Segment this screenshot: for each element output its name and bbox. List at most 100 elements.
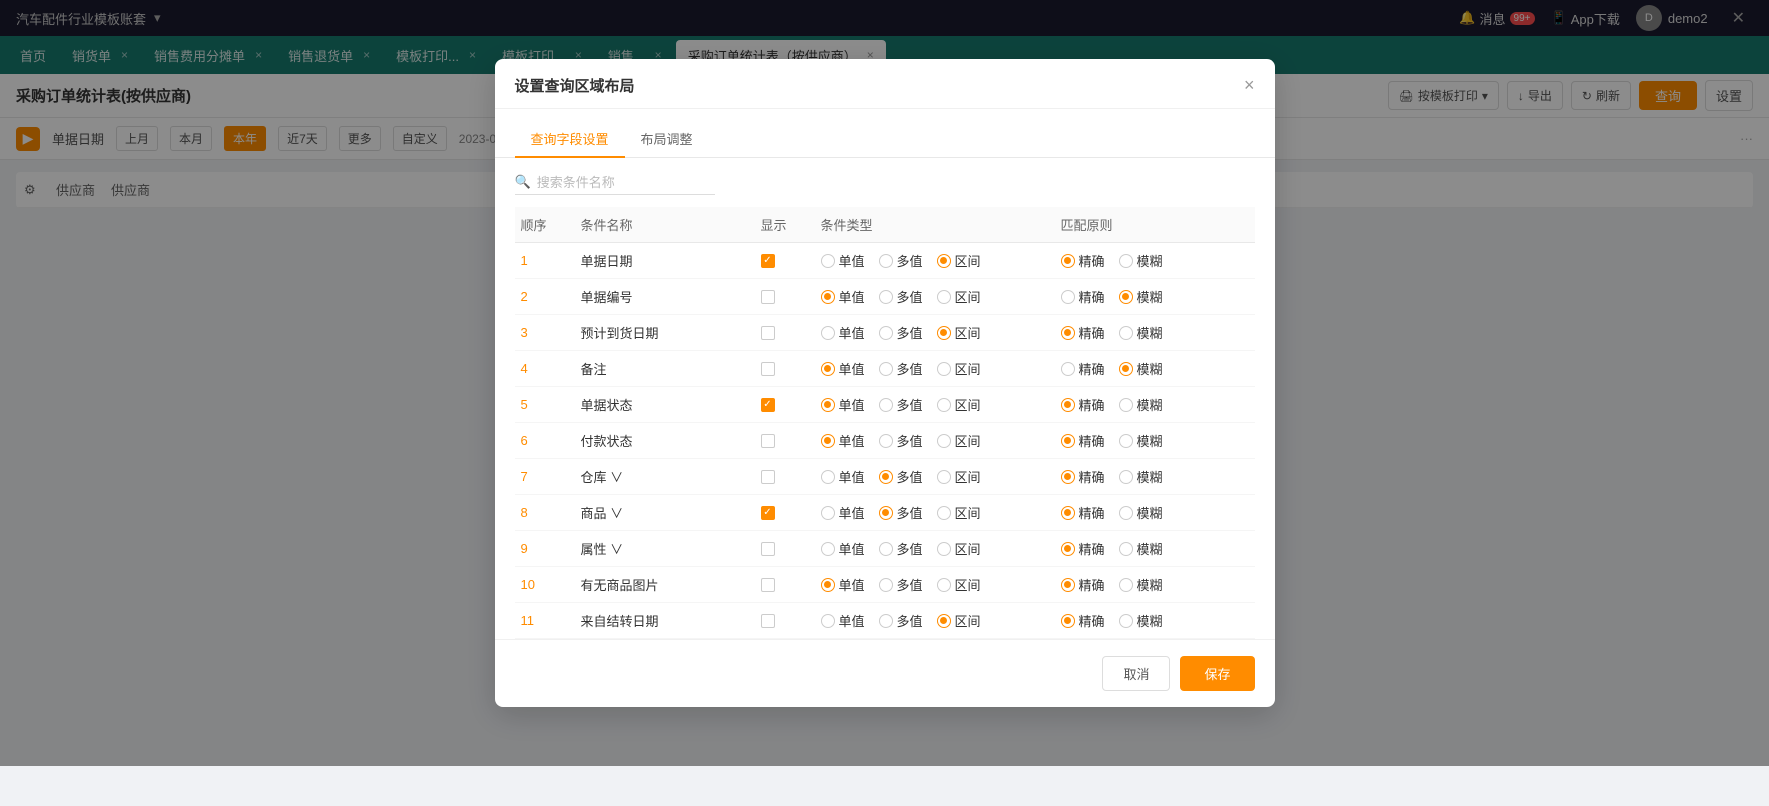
type-radio-type_single[interactable]: 单值 — [821, 575, 865, 594]
dialog-table-header: 顺序 条件名称 显示 条件类型 匹配原则 — [515, 207, 1255, 243]
type-radio-type_single[interactable]: 单值 — [821, 287, 865, 306]
type-radio-type_single[interactable]: 单值 — [821, 323, 865, 342]
display-checkbox[interactable] — [761, 326, 775, 340]
type-radio-type_multi[interactable]: 多值 — [879, 359, 923, 378]
type-radio-type_single[interactable]: 单值 — [821, 431, 865, 450]
match-radio-match_fuzzy[interactable]: 模糊 — [1119, 431, 1163, 450]
dialog-tab-layout-adjust[interactable]: 布局调整 — [625, 121, 709, 158]
dialog-close-button[interactable]: × — [1244, 75, 1255, 96]
row-order: 1 — [515, 253, 575, 268]
row-order: 3 — [515, 325, 575, 340]
type-radio-type_single[interactable]: 单值 — [821, 395, 865, 414]
match-radio-match_exact[interactable]: 精确 — [1061, 611, 1105, 630]
row-display[interactable] — [755, 434, 815, 448]
type-radio-type_multi[interactable]: 多值 — [879, 467, 923, 486]
type-radio-type_range[interactable]: 区间 — [937, 323, 981, 342]
row-display[interactable] — [755, 614, 815, 628]
type-radio-type_range[interactable]: 区间 — [937, 395, 981, 414]
dialog-header: 设置查询区域布局 × — [495, 59, 1275, 109]
radio-circle — [821, 470, 835, 484]
match-radio-match_exact[interactable]: 精确 — [1061, 503, 1105, 522]
type-radio-type_single[interactable]: 单值 — [821, 503, 865, 522]
match-radio-match_exact[interactable]: 精确 — [1061, 539, 1105, 558]
type-radio-type_multi[interactable]: 多值 — [879, 575, 923, 594]
match-radio-match_fuzzy[interactable]: 模糊 — [1119, 503, 1163, 522]
match-radio-match_fuzzy[interactable]: 模糊 — [1119, 323, 1163, 342]
row-display[interactable] — [755, 470, 815, 484]
type-radio-type_range[interactable]: 区间 — [937, 287, 981, 306]
display-checkbox[interactable] — [761, 398, 775, 412]
match-radio-match_exact[interactable]: 精确 — [1061, 467, 1105, 486]
type-radio-type_single[interactable]: 单值 — [821, 251, 865, 270]
type-radio-type_range[interactable]: 区间 — [937, 359, 981, 378]
type-radio-type_single[interactable]: 单值 — [821, 611, 865, 630]
match-radio-match_exact[interactable]: 精确 — [1061, 359, 1105, 378]
row-display[interactable] — [755, 254, 815, 268]
radio-circle — [1119, 614, 1133, 628]
match-radio-match_exact[interactable]: 精确 — [1061, 395, 1105, 414]
type-radio-type_range[interactable]: 区间 — [937, 611, 981, 630]
display-checkbox[interactable] — [761, 542, 775, 556]
match-radio-match_fuzzy[interactable]: 模糊 — [1119, 575, 1163, 594]
type-radio-type_single[interactable]: 单值 — [821, 467, 865, 486]
display-checkbox[interactable] — [761, 434, 775, 448]
type-radio-type_multi[interactable]: 多值 — [879, 539, 923, 558]
type-radio-type_multi[interactable]: 多值 — [879, 395, 923, 414]
display-checkbox[interactable] — [761, 362, 775, 376]
match-radio-match_fuzzy[interactable]: 模糊 — [1119, 467, 1163, 486]
save-button[interactable]: 保存 — [1180, 656, 1254, 691]
dialog-tabs: 查询字段设置 布局调整 — [495, 109, 1275, 158]
row-name: 单据编号 — [575, 287, 755, 306]
type-radio-type_single[interactable]: 单值 — [821, 539, 865, 558]
row-order: 10 — [515, 577, 575, 592]
row-match: 精确模糊 — [1055, 395, 1255, 414]
cancel-button[interactable]: 取消 — [1102, 656, 1170, 691]
row-display[interactable] — [755, 398, 815, 412]
row-type: 单值多值区间 — [815, 503, 1055, 522]
search-input[interactable] — [537, 175, 697, 190]
match-radio-match_exact[interactable]: 精确 — [1061, 287, 1105, 306]
type-radio-type_range[interactable]: 区间 — [937, 503, 981, 522]
row-display[interactable] — [755, 578, 815, 592]
radio-circle — [821, 506, 835, 520]
type-radio-type_range[interactable]: 区间 — [937, 539, 981, 558]
table-row: 1单据日期单值多值区间精确模糊 — [515, 243, 1255, 279]
radio-circle — [879, 434, 893, 448]
display-checkbox[interactable] — [761, 578, 775, 592]
display-checkbox[interactable] — [761, 290, 775, 304]
display-checkbox[interactable] — [761, 254, 775, 268]
type-radio-type_multi[interactable]: 多值 — [879, 503, 923, 522]
type-radio-type_range[interactable]: 区间 — [937, 575, 981, 594]
match-radio-match_fuzzy[interactable]: 模糊 — [1119, 287, 1163, 306]
row-display[interactable] — [755, 326, 815, 340]
row-display[interactable] — [755, 542, 815, 556]
match-radio-match_fuzzy[interactable]: 模糊 — [1119, 539, 1163, 558]
row-display[interactable] — [755, 362, 815, 376]
type-radio-type_multi[interactable]: 多值 — [879, 611, 923, 630]
type-radio-type_range[interactable]: 区间 — [937, 431, 981, 450]
type-radio-type_multi[interactable]: 多值 — [879, 287, 923, 306]
row-name: 有无商品图片 — [575, 575, 755, 594]
match-radio-match_fuzzy[interactable]: 模糊 — [1119, 611, 1163, 630]
type-radio-type_range[interactable]: 区间 — [937, 467, 981, 486]
match-radio-match_exact[interactable]: 精确 — [1061, 251, 1105, 270]
match-radio-match_fuzzy[interactable]: 模糊 — [1119, 395, 1163, 414]
dialog-tab-query-fields[interactable]: 查询字段设置 — [515, 121, 625, 158]
match-radio-match_fuzzy[interactable]: 模糊 — [1119, 251, 1163, 270]
display-checkbox[interactable] — [761, 506, 775, 520]
match-radio-match_exact[interactable]: 精确 — [1061, 323, 1105, 342]
match-radio-match_exact[interactable]: 精确 — [1061, 575, 1105, 594]
match-radio-match_fuzzy[interactable]: 模糊 — [1119, 359, 1163, 378]
match-radio-match_exact[interactable]: 精确 — [1061, 431, 1105, 450]
row-name: 仓库 ∨ — [575, 467, 755, 486]
display-checkbox[interactable] — [761, 614, 775, 628]
row-display[interactable] — [755, 290, 815, 304]
type-radio-type_multi[interactable]: 多值 — [879, 251, 923, 270]
type-radio-type_multi[interactable]: 多值 — [879, 323, 923, 342]
radio-circle — [1061, 434, 1075, 448]
type-radio-type_single[interactable]: 单值 — [821, 359, 865, 378]
row-display[interactable] — [755, 506, 815, 520]
type-radio-type_multi[interactable]: 多值 — [879, 431, 923, 450]
type-radio-type_range[interactable]: 区间 — [937, 251, 981, 270]
display-checkbox[interactable] — [761, 470, 775, 484]
